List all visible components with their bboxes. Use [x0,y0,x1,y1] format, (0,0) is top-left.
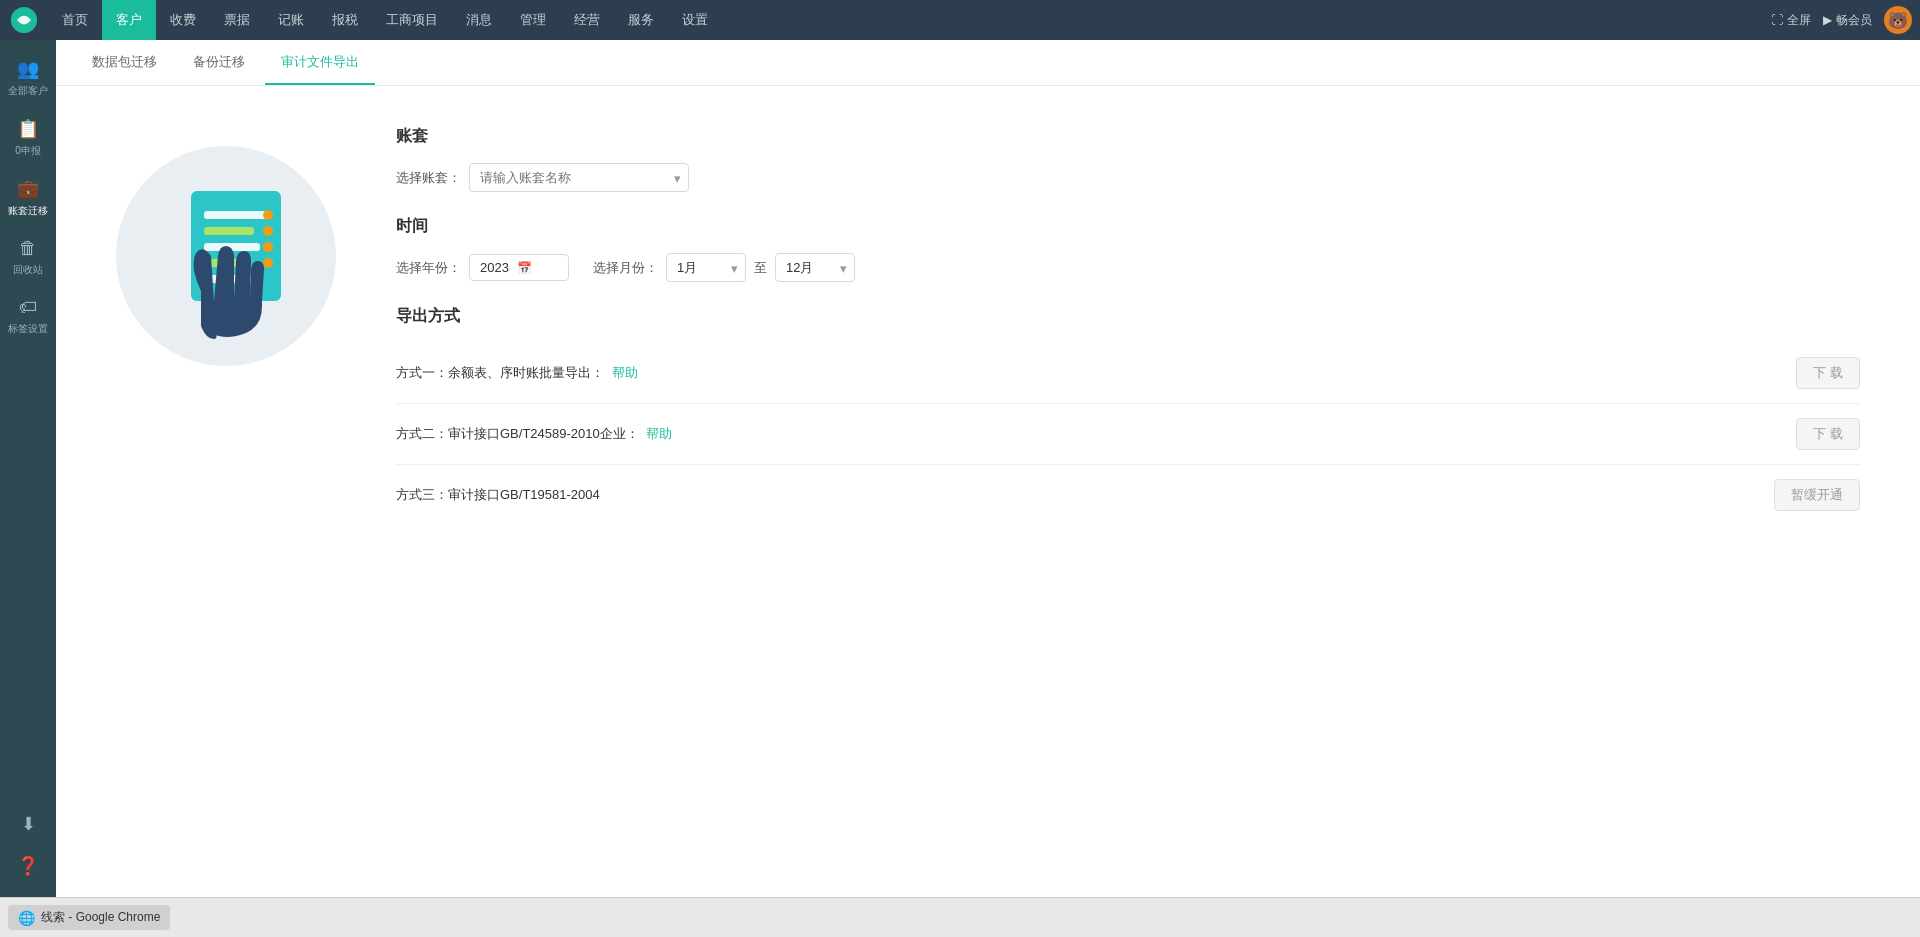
recycle-icon: 🗑 [19,238,37,259]
sidebar-download-button[interactable]: ⬇ [17,805,39,843]
nav-management[interactable]: 管理 [506,0,560,40]
nav-accounting[interactable]: 记账 [264,0,318,40]
method3-text: 方式三：审计接口GB/T19581-2004 [396,486,600,504]
migration-icon: 💼 [17,178,39,200]
app-logo [8,4,40,36]
year-value: 2023 [480,260,509,275]
method3-open-button[interactable]: 暂缓开通 [1774,479,1860,511]
method1-text: 方式一：余额表、序时账批量导出： 帮助 [396,364,638,382]
sidebar-help-button[interactable]: ❓ [17,847,39,885]
nav-service[interactable]: 服务 [614,0,668,40]
to-text: 至 [754,259,767,277]
sidebar-item-migration[interactable]: 💼 账套迁移 [0,168,56,228]
fullscreen-icon: ⛶ [1771,13,1783,27]
export-method-2: 方式二：审计接口GB/T24589-2010企业： 帮助 下 载 [396,404,1860,465]
sidebar-item-declaration[interactable]: 📋 0申报 [0,108,56,168]
calendar-icon: 📅 [517,261,532,275]
month-end-select[interactable]: 1月2月3月4月 5月6月7月8月 9月10月11月 12月 [775,253,855,282]
svg-point-8 [263,226,273,236]
illustration-svg [146,161,306,351]
tabs-bar: 数据包迁移 备份迁移 审计文件导出 [56,40,1920,86]
method2-download-button[interactable]: 下 载 [1796,418,1860,450]
sidebar-bottom: ⬇ ❓ [17,805,39,897]
illustration-area [116,126,336,857]
content-area: 数据包迁移 备份迁移 审计文件导出 [56,40,1920,897]
nav-industry[interactable]: 工商项目 [372,0,452,40]
tab-backup-migration[interactable]: 备份迁移 [177,41,261,85]
sidebar-item-all-customers[interactable]: 👥 全部客户 [0,48,56,108]
nav-customer[interactable]: 客户 [102,0,156,40]
chrome-icon: 🌐 [18,910,35,926]
tags-icon: 🏷 [19,297,37,318]
sidebar-item-tags[interactable]: 🏷 标签设置 [0,287,56,346]
nav-message[interactable]: 消息 [452,0,506,40]
vip-button[interactable]: ▶ 畅会员 [1823,12,1872,29]
form-area: 账套 选择账套： ▾ 时间 选择年份： 2023 📅 [396,126,1860,857]
top-nav: 首页 客户 收费 票据 记账 报税 工商项目 消息 管理 经营 服务 设置 ⛶ … [0,0,1920,40]
nav-home[interactable]: 首页 [48,0,102,40]
export-method-1: 方式一：余额表、序时账批量导出： 帮助 下 载 [396,343,1860,404]
tab-data-migration[interactable]: 数据包迁移 [76,41,173,85]
taskbar-chrome-item[interactable]: 🌐 线索 - Google Chrome [8,905,170,930]
account-row: 选择账套： ▾ [396,163,1860,192]
declaration-icon: 📋 [17,118,39,140]
method2-text: 方式二：审计接口GB/T24589-2010企业： 帮助 [396,425,672,443]
year-label: 选择年份： [396,259,461,277]
month-end-wrapper: 1月2月3月4月 5月6月7月8月 9月10月11月 12月 [775,253,855,282]
customers-icon: 👥 [17,58,39,80]
export-section-title: 导出方式 [396,306,1860,327]
account-input[interactable] [469,163,689,192]
illustration-circle [116,146,336,366]
account-section-title: 账套 [396,126,1860,147]
tab-audit-export[interactable]: 审计文件导出 [265,41,375,85]
sidebar-item-recycle[interactable]: 🗑 回收站 [0,228,56,287]
taskbar: 🌐 线索 - Google Chrome [0,897,1920,937]
time-row: 选择年份： 2023 📅 选择月份： 1月2月3月4月 5月6月7月8月 9月1… [396,253,1860,282]
nav-billing[interactable]: 收费 [156,0,210,40]
svg-rect-2 [204,211,268,219]
export-method-3: 方式三：审计接口GB/T19581-2004 暂缓开通 [396,465,1860,525]
nav-settings[interactable]: 设置 [668,0,722,40]
svg-rect-3 [204,227,254,235]
method2-help-link[interactable]: 帮助 [646,426,672,441]
sidebar: 👥 全部客户 📋 0申报 💼 账套迁移 🗑 回收站 🏷 标签设置 ⬇ ❓ [0,40,56,897]
time-section-title: 时间 [396,216,1860,237]
fullscreen-button[interactable]: ⛶ 全屏 [1771,12,1811,29]
month-start-wrapper: 1月2月3月4月 5月6月7月8月 9月10月11月12月 [666,253,746,282]
account-select-wrapper [469,163,689,192]
time-section: 时间 选择年份： 2023 📅 选择月份： 1月2月3月4月 5月6月7月8月 [396,216,1860,282]
vip-icon: ▶ [1823,13,1832,27]
account-label: 选择账套： [396,169,461,187]
svg-point-9 [263,242,273,252]
main-layout: 👥 全部客户 📋 0申报 💼 账套迁移 🗑 回收站 🏷 标签设置 ⬇ ❓ 数据包… [0,40,1920,897]
nav-invoice[interactable]: 票据 [210,0,264,40]
user-avatar[interactable]: 🐻 [1884,6,1912,34]
year-input-wrapper: 2023 📅 [469,254,569,281]
method1-download-button[interactable]: 下 载 [1796,357,1860,389]
svg-point-7 [263,210,273,220]
page-content: 账套 选择账套： ▾ 时间 选择年份： 2023 📅 [56,86,1920,897]
nav-items: 首页 客户 收费 票据 记账 报税 工商项目 消息 管理 经营 服务 设置 [48,0,1771,40]
method1-help-link[interactable]: 帮助 [612,365,638,380]
nav-operation[interactable]: 经营 [560,0,614,40]
nav-right: ⛶ 全屏 ▶ 畅会员 🐻 [1771,6,1912,34]
month-label: 选择月份： [593,259,658,277]
taskbar-item-label: 线索 - Google Chrome [41,909,160,926]
nav-tax[interactable]: 报税 [318,0,372,40]
month-start-select[interactable]: 1月2月3月4月 5月6月7月8月 9月10月11月12月 [666,253,746,282]
export-section: 导出方式 方式一：余额表、序时账批量导出： 帮助 下 载 方式二：审计接口GB/… [396,306,1860,525]
svg-point-10 [263,258,273,268]
